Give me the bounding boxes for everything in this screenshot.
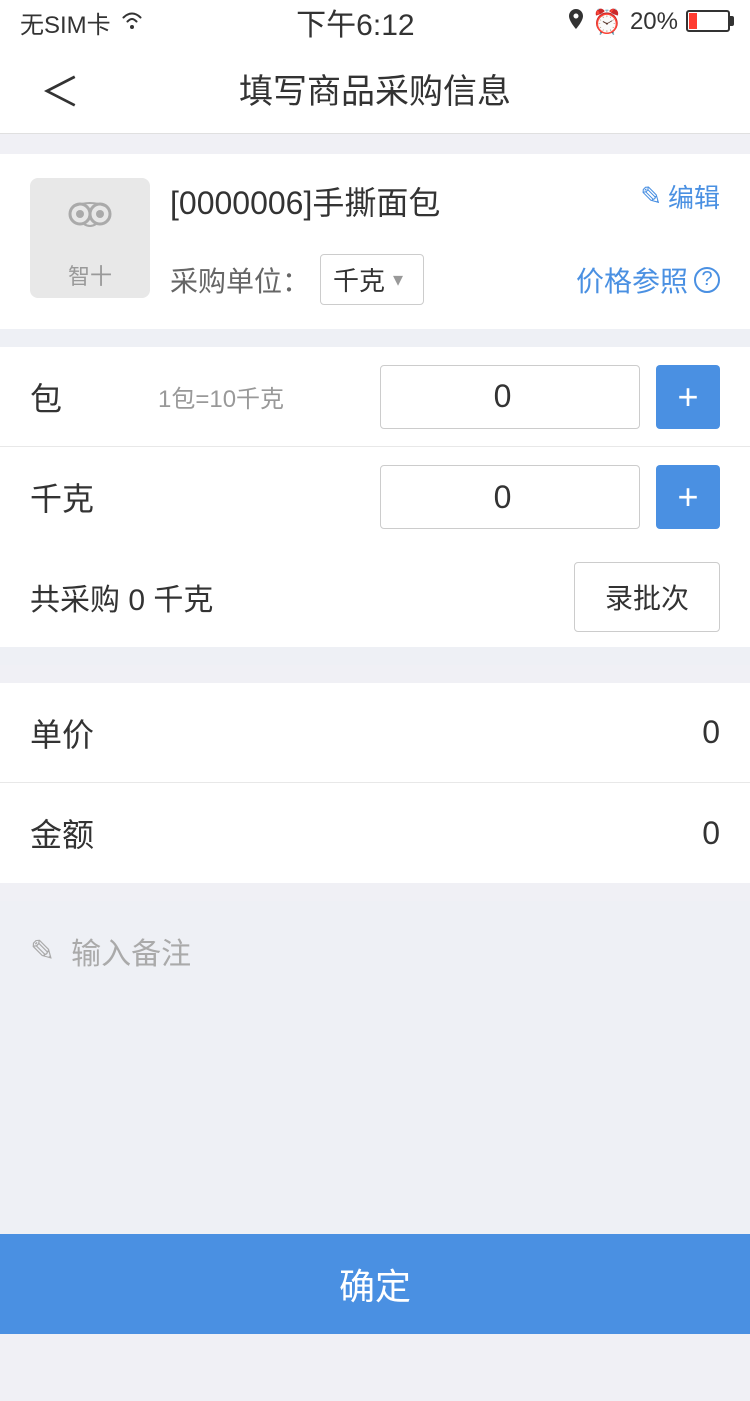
edit-button[interactable]: ✎ 编辑 [640,178,720,215]
remarks-placeholder: 输入备注 [71,929,191,973]
product-top-row: [0000006]手撕面包 ✎ 编辑 [170,178,720,240]
bao-input-row: 包 1包=10千克 + [0,347,750,447]
bao-field-wrapper: + [284,365,720,429]
battery-percent: 20% [630,8,678,36]
unit-price-value: 0 [702,714,720,751]
product-info: [0000006]手撕面包 ✎ 编辑 采购单位： 千克 ▾ 价格参照 ? [170,178,720,305]
carrier-label: 无SIM卡 [20,5,111,40]
confirm-button-label: 确定 [339,1258,411,1310]
kg-plus-button[interactable]: + [656,465,720,529]
back-button[interactable]: ＜ [30,50,90,128]
page-title: 填写商品采购信息 [239,64,511,113]
section-divider-2 [0,647,750,665]
summary-row: 共采购 0 千克 录批次 [0,547,750,647]
status-bar: 无SIM卡 下午6:12 ⏰ 20% [0,0,750,44]
product-image: 智十 [30,178,150,298]
kg-input-row: 千克 + [0,447,750,547]
kg-label: 千克 [30,474,150,520]
alarm-icon: ⏰ [592,8,622,37]
amount-label: 金额 [30,810,94,856]
product-unit-row: 采购单位： 千克 ▾ 价格参照 ? [170,254,720,305]
brand-label: 智十 [68,259,112,291]
edit-icon: ✎ [640,181,662,212]
batch-button[interactable]: 录批次 [574,562,720,632]
input-section: 包 1包=10千克 + 千克 + [0,347,750,547]
nav-bar: ＜ 填写商品采购信息 [0,44,750,134]
section-divider-1 [0,329,750,347]
question-icon: ? [694,267,720,293]
amount-row: 金额 0 [0,783,750,883]
battery-icon-container [686,8,730,36]
kg-field-wrapper: + [150,465,720,529]
price-section: 单价 0 金额 0 [0,683,750,883]
unit-price-label: 单价 [30,710,94,756]
bao-label: 包 [30,374,150,420]
bao-input[interactable] [380,365,640,429]
status-left: 无SIM卡 [20,5,143,40]
product-card: 智十 [0000006]手撕面包 ✎ 编辑 采购单位： 千克 ▾ 价格参照 ? [0,154,750,329]
summary-text: 共采购 0 千克 [30,575,213,619]
wifi-icon [121,8,143,36]
dropdown-arrow-icon: ▾ [393,267,403,292]
unit-label-text: 采购单位： [170,260,310,300]
kg-input[interactable] [380,465,640,529]
location-icon [568,8,584,36]
amount-value: 0 [702,815,720,852]
status-right: ⏰ 20% [568,8,730,37]
remarks-section[interactable]: ✎ 输入备注 [0,901,750,1001]
pencil-icon: ✎ [30,934,55,969]
unit-select[interactable]: 千克 ▾ [320,254,424,305]
unit-price-row: 单价 0 [0,683,750,783]
confirm-bar[interactable]: 确定 [0,1234,750,1334]
product-name: [0000006]手撕面包 [170,178,440,224]
brand-logo-icon [60,186,120,255]
price-ref-button[interactable]: 价格参照 ? [576,260,720,300]
bao-plus-button[interactable]: + [656,365,720,429]
status-time: 下午6:12 [296,0,414,44]
bao-hint: 1包=10千克 [158,379,284,414]
